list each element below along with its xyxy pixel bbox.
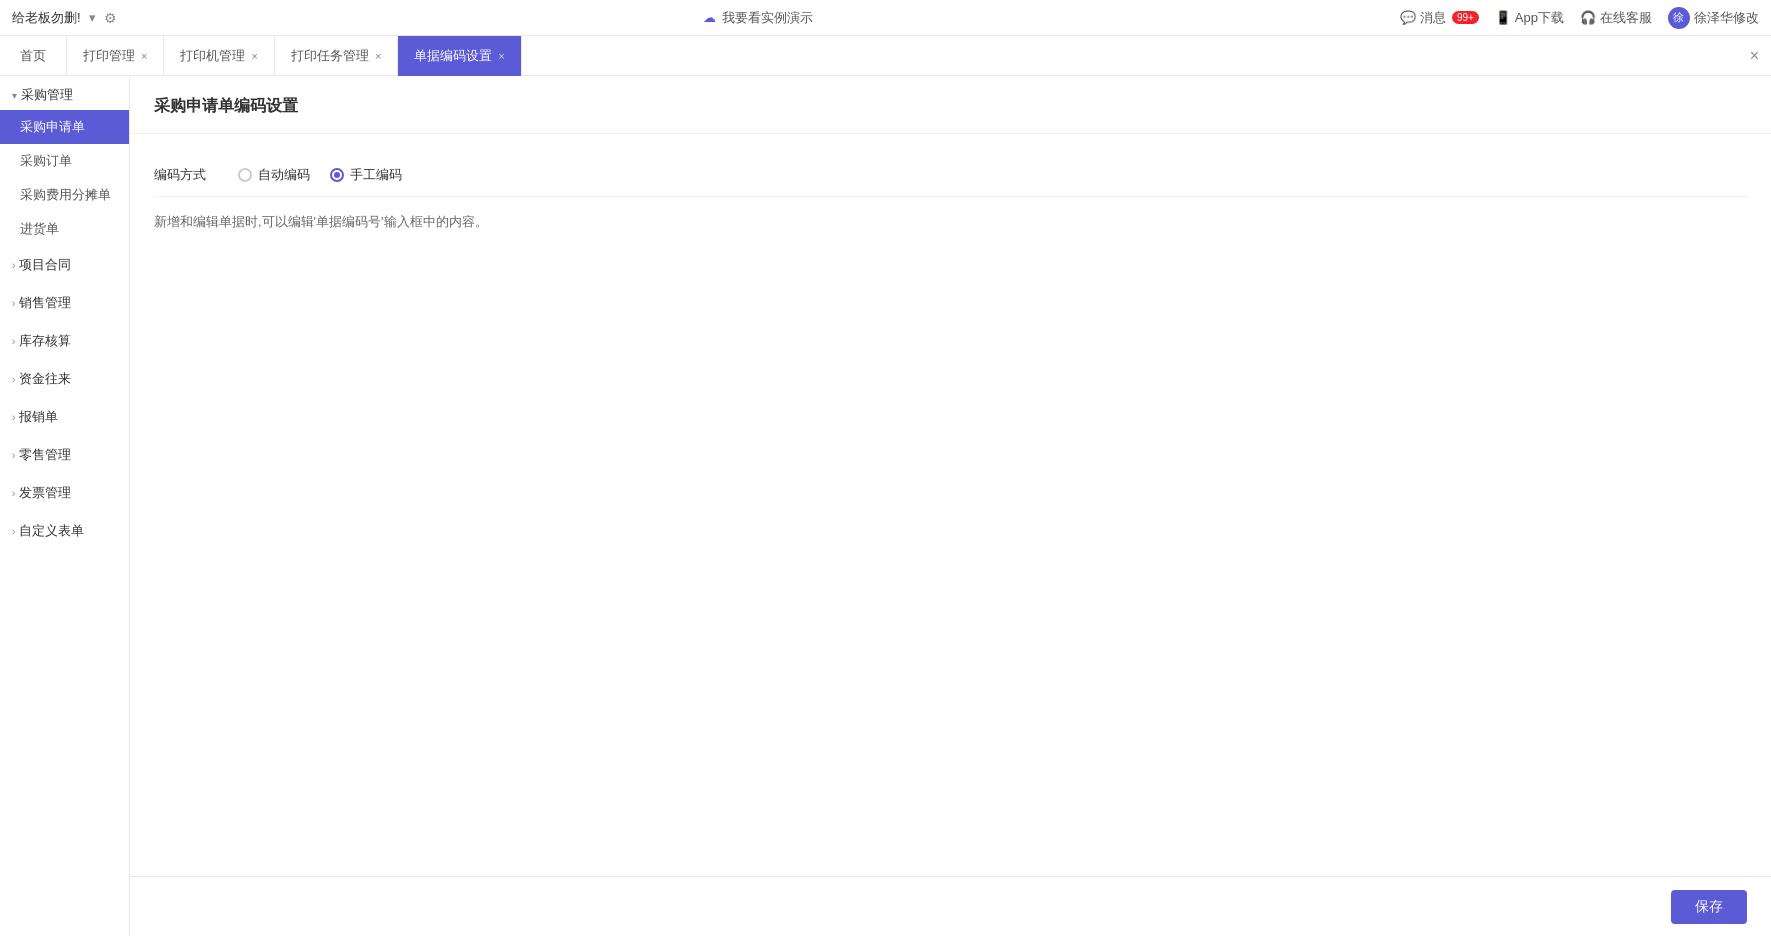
- chevron-right-icon-custom: ›: [12, 526, 15, 537]
- chevron-down-icon: ▾: [12, 90, 17, 101]
- settings-icon[interactable]: ⚙: [104, 10, 117, 26]
- chevron-right-icon-inventory: ›: [12, 336, 15, 347]
- headset-icon: 🎧: [1580, 10, 1596, 25]
- dropdown-icon[interactable]: ▾: [89, 10, 96, 25]
- content-footer: 保存: [130, 876, 1771, 936]
- sidebar-group-purchase-title[interactable]: ▾ 采购管理: [0, 76, 129, 110]
- top-bar-left: 给老板勿删! ▾ ⚙: [12, 9, 117, 27]
- online-support-btn[interactable]: 🎧 在线客服: [1580, 9, 1652, 27]
- tab-barcode-settings[interactable]: 单据编码设置 ×: [398, 36, 521, 76]
- tab-print-task-mgmt[interactable]: 打印任务管理 ×: [275, 36, 398, 76]
- sidebar: ▾ 采购管理 采购申请单 采购订单 采购费用分摊单 进货单 › 项目合同 › 销…: [0, 76, 130, 936]
- phone-icon: 📱: [1495, 10, 1511, 25]
- avatar-icon: 徐: [1668, 7, 1690, 29]
- tab-print-mgmt[interactable]: 打印管理 ×: [67, 36, 164, 76]
- radio-manual-circle: [330, 168, 344, 182]
- chevron-right-icon-retail: ›: [12, 450, 15, 461]
- tab-bar: 首页 打印管理 × 打印机管理 × 打印任务管理 × 单据编码设置 × ×: [0, 36, 1771, 76]
- sidebar-group-sales[interactable]: › 销售管理: [0, 284, 129, 322]
- message-badge: 99+: [1452, 11, 1479, 24]
- sidebar-group-purchase: ▾ 采购管理 采购申请单 采购订单 采购费用分摊单 进货单: [0, 76, 129, 246]
- demo-link[interactable]: 我要看实例演示: [722, 9, 813, 27]
- radio-auto-code[interactable]: 自动编码: [238, 166, 310, 184]
- sidebar-group-project-contract[interactable]: › 项目合同: [0, 246, 129, 284]
- tab-printer-mgmt[interactable]: 打印机管理 ×: [164, 36, 274, 76]
- info-text: 新增和编辑单据时,可以编辑'单据编码号'输入框中的内容。: [154, 213, 1747, 231]
- chevron-right-icon-invoice: ›: [12, 488, 15, 499]
- encoding-section: 编码方式 自动编码 手工编码: [154, 154, 1747, 197]
- online-support-label: 在线客服: [1600, 9, 1652, 27]
- chevron-right-icon-fund: ›: [12, 374, 15, 385]
- close-printer-mgmt[interactable]: ×: [251, 50, 257, 62]
- content-body: 编码方式 自动编码 手工编码 新增和编辑单据时,可以编辑'单据编码号'输入框中的…: [130, 134, 1771, 876]
- message-icon: 💬: [1400, 10, 1416, 25]
- sidebar-item-inbound[interactable]: 进货单: [0, 212, 129, 246]
- chevron-right-icon-project: ›: [12, 260, 15, 271]
- close-print-task-mgmt[interactable]: ×: [375, 50, 381, 62]
- page-title: 采购申请单编码设置: [154, 96, 1747, 117]
- sidebar-item-purchase-request[interactable]: 采购申请单: [0, 110, 129, 144]
- sidebar-group-custom-forms[interactable]: › 自定义表单: [0, 512, 129, 550]
- encoding-label: 编码方式: [154, 166, 214, 184]
- chevron-right-icon-sales: ›: [12, 298, 15, 309]
- radio-auto-circle: [238, 168, 252, 182]
- manual-code-label: 手工编码: [350, 166, 402, 184]
- message-btn[interactable]: 💬 消息 99+: [1400, 9, 1479, 27]
- save-button[interactable]: 保存: [1671, 890, 1747, 924]
- radio-group-encoding: 自动编码 手工编码: [238, 166, 402, 184]
- user-name: 徐泽华修改: [1694, 9, 1759, 27]
- demo-cloud-icon: ☁: [703, 10, 716, 25]
- close-all-tabs[interactable]: ×: [1738, 47, 1771, 65]
- content-area: 采购申请单编码设置 编码方式 自动编码 手工编码 新增和编辑单据时,可以: [130, 76, 1771, 936]
- auto-code-label: 自动编码: [258, 166, 310, 184]
- user-avatar-btn[interactable]: 徐 徐泽华修改: [1668, 7, 1759, 29]
- sidebar-group-invoice[interactable]: › 发票管理: [0, 474, 129, 512]
- sidebar-item-purchase-expense[interactable]: 采购费用分摊单: [0, 178, 129, 212]
- sidebar-group-inventory[interactable]: › 库存核算: [0, 322, 129, 360]
- sidebar-group-fund[interactable]: › 资金往来: [0, 360, 129, 398]
- radio-manual-code[interactable]: 手工编码: [330, 166, 402, 184]
- chevron-right-icon-returns: ›: [12, 412, 15, 423]
- app-download-btn[interactable]: 📱 App下载: [1495, 9, 1564, 27]
- sidebar-item-purchase-order[interactable]: 采购订单: [0, 144, 129, 178]
- sidebar-group-retail[interactable]: › 零售管理: [0, 436, 129, 474]
- top-bar-center: ☁ 我要看实例演示: [703, 9, 813, 27]
- close-print-mgmt[interactable]: ×: [141, 50, 147, 62]
- top-bar: 给老板勿删! ▾ ⚙ ☁ 我要看实例演示 💬 消息 99+ 📱 App下载 🎧 …: [0, 0, 1771, 36]
- brand-name: 给老板勿删!: [12, 9, 81, 27]
- page-header: 采购申请单编码设置: [130, 76, 1771, 134]
- main-layout: ▾ 采购管理 采购申请单 采购订单 采购费用分摊单 进货单 › 项目合同 › 销…: [0, 76, 1771, 936]
- close-barcode-settings[interactable]: ×: [498, 50, 504, 62]
- app-download-label: App下载: [1515, 9, 1564, 27]
- sidebar-group-returns[interactable]: › 报销单: [0, 398, 129, 436]
- message-label: 消息: [1420, 9, 1446, 27]
- top-bar-right: 💬 消息 99+ 📱 App下载 🎧 在线客服 徐 徐泽华修改: [1400, 7, 1759, 29]
- tab-home[interactable]: 首页: [0, 36, 67, 76]
